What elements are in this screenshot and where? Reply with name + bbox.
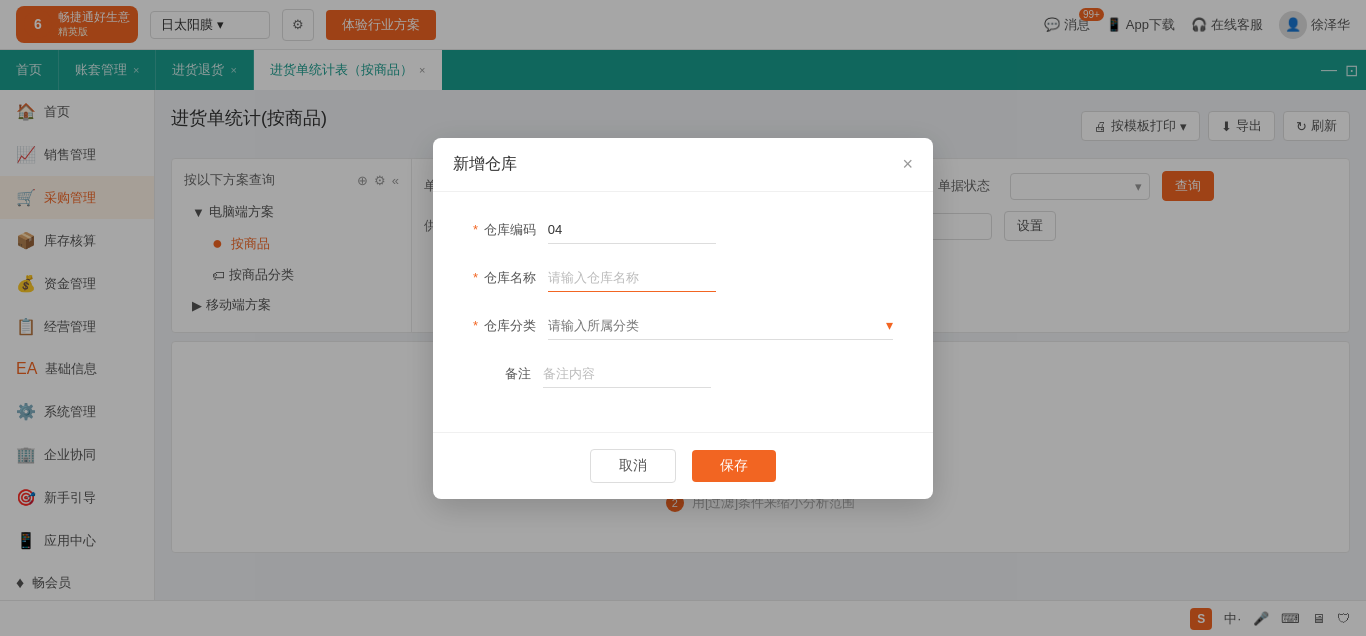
- remark-input[interactable]: [543, 360, 711, 388]
- required-marker: *: [473, 270, 478, 285]
- dialog-footer: 取消 保存: [433, 432, 933, 499]
- modal-overlay: 新增仓库 × * 仓库编码 * 仓库名称: [0, 0, 1366, 636]
- category-select-input[interactable]: [548, 312, 886, 339]
- form-row-category: * 仓库分类 ▾: [473, 312, 893, 340]
- name-label: * 仓库名称: [473, 269, 548, 287]
- code-label: * 仓库编码: [473, 221, 548, 239]
- form-row-name: * 仓库名称: [473, 264, 893, 292]
- category-select-wrap: ▾: [548, 312, 893, 340]
- dialog-close-button[interactable]: ×: [902, 155, 913, 173]
- form-row-remark: 备注: [473, 360, 893, 388]
- cancel-button[interactable]: 取消: [590, 449, 676, 483]
- remark-label: 备注: [473, 365, 543, 383]
- name-input[interactable]: [548, 264, 716, 292]
- category-arrow-icon[interactable]: ▾: [886, 317, 893, 333]
- add-warehouse-dialog: 新增仓库 × * 仓库编码 * 仓库名称: [433, 138, 933, 499]
- form-row-code: * 仓库编码: [473, 216, 893, 244]
- required-marker: *: [473, 318, 478, 333]
- remark-input-wrap: [543, 360, 893, 388]
- code-input-wrap: [548, 216, 893, 244]
- category-label: * 仓库分类: [473, 317, 548, 335]
- dialog-title: 新增仓库: [453, 154, 517, 175]
- dialog-header: 新增仓库 ×: [433, 138, 933, 192]
- name-input-wrap: [548, 264, 893, 292]
- dialog-body: * 仓库编码 * 仓库名称 *: [433, 192, 933, 432]
- code-input[interactable]: [548, 216, 716, 244]
- required-marker: *: [473, 222, 478, 237]
- save-button[interactable]: 保存: [692, 450, 776, 482]
